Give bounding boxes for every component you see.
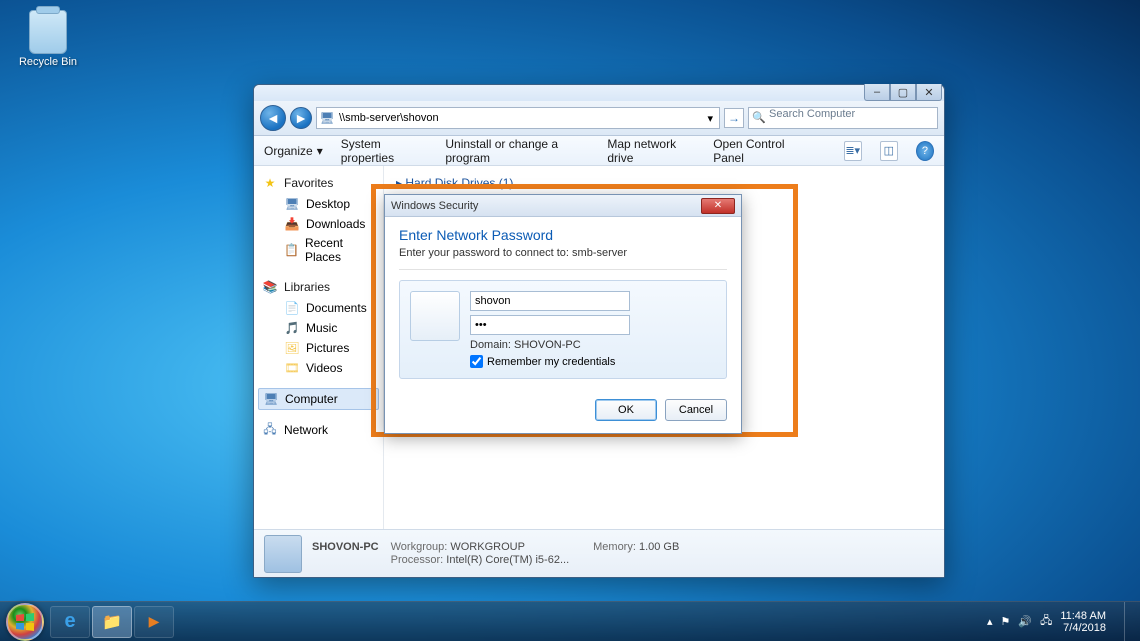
dialog-title: Windows Security [391, 200, 478, 212]
username-input[interactable] [470, 291, 630, 311]
details-processor: Intel(R) Core(TM) i5-62... [446, 554, 569, 566]
open-control-panel-button[interactable]: Open Control Panel [713, 137, 807, 165]
remember-checkbox-input[interactable] [470, 355, 483, 368]
domain-label: Domain: SHOVON-PC [470, 339, 716, 351]
computer-icon: 🖥 [263, 391, 279, 407]
downloads-icon: 📥 [284, 216, 300, 232]
address-text: \\smb-server\shovon [335, 112, 443, 124]
preview-pane-button[interactable]: ◫ [880, 141, 898, 161]
sidebar-item-desktop[interactable]: 🖥Desktop [280, 194, 379, 214]
user-avatar-icon [410, 291, 460, 341]
view-options-button[interactable]: ≣▾ [844, 141, 862, 161]
organize-menu[interactable]: Organize ▾ [264, 144, 323, 158]
search-input[interactable]: Search Computer [748, 107, 938, 129]
sidebar-item-videos[interactable]: 🎞Videos [280, 358, 379, 378]
documents-icon: 📄 [284, 300, 300, 316]
pictures-icon: 🖼 [284, 340, 300, 356]
window-titlebar[interactable]: – ▢ ✕ [254, 85, 944, 101]
close-button[interactable]: ✕ [916, 84, 942, 101]
dialog-close-button[interactable]: ✕ [701, 198, 735, 214]
sidebar-item-computer[interactable]: 🖥Computer [258, 388, 379, 410]
sidebar-item-network[interactable]: 🖧Network [258, 420, 379, 440]
action-center-icon[interactable]: ⚑ [1000, 615, 1010, 628]
password-input[interactable] [470, 315, 630, 335]
details-pane: SHOVON-PC Workgroup: WORKGROUP Memory: 1… [254, 529, 944, 577]
computer-icon: 🖥 [319, 110, 335, 126]
network-tray-icon[interactable]: 🖧 [1040, 612, 1052, 631]
volume-icon[interactable]: 🔊 [1018, 615, 1032, 628]
recycle-bin-icon [29, 10, 67, 54]
address-bar[interactable]: 🖥 \\smb-server\shovon ▾ [316, 107, 720, 129]
computer-large-icon [264, 535, 302, 573]
dialog-subtext: Enter your password to connect to: smb-s… [399, 247, 727, 259]
taskbar-pin-explorer[interactable]: 📁 [92, 606, 132, 638]
remember-credentials-checkbox[interactable]: Remember my credentials [470, 355, 716, 368]
windows-logo-icon [13, 610, 37, 634]
chevron-down-icon: ▾ [317, 144, 323, 158]
explorer-icon: 📁 [102, 612, 122, 632]
sidebar-item-pictures[interactable]: 🖼Pictures [280, 338, 379, 358]
system-tray: ▴ ⚑ 🔊 🖧 11:48 AM 7/4/2018 [987, 602, 1134, 641]
sidebar-item-music[interactable]: 🎵Music [280, 318, 379, 338]
credentials-panel: Domain: SHOVON-PC Remember my credential… [399, 280, 727, 379]
taskbar-pin-media-player[interactable]: ▶ [134, 606, 174, 638]
back-button[interactable]: ◄ [260, 105, 286, 131]
taskbar: e 📁 ▶ ▴ ⚑ 🔊 🖧 11:48 AM 7/4/2018 [0, 601, 1140, 641]
map-network-drive-button[interactable]: Map network drive [607, 137, 695, 165]
uninstall-program-button[interactable]: Uninstall or change a program [445, 137, 589, 165]
network-icon: 🖧 [262, 422, 278, 438]
star-icon: ★ [262, 175, 278, 191]
recycle-bin-label: Recycle Bin [18, 56, 78, 68]
media-player-icon: ▶ [149, 613, 160, 630]
help-button[interactable]: ? [916, 141, 934, 161]
address-dropdown[interactable]: ▾ [703, 112, 717, 125]
windows-security-dialog: Windows Security ✕ Enter Network Passwor… [384, 194, 742, 434]
system-properties-button[interactable]: System properties [341, 137, 428, 165]
videos-icon: 🎞 [284, 360, 300, 376]
dialog-titlebar[interactable]: Windows Security ✕ [385, 195, 741, 217]
divider [399, 269, 727, 270]
sidebar-item-downloads[interactable]: 📥Downloads [280, 214, 379, 234]
recent-icon: 📋 [284, 242, 299, 258]
command-bar: Organize ▾ System properties Uninstall o… [254, 136, 944, 166]
sidebar-favorites[interactable]: ★Favorites [258, 172, 379, 194]
music-icon: 🎵 [284, 320, 300, 336]
desktop-icon-recycle-bin[interactable]: Recycle Bin [18, 10, 78, 68]
navigation-pane: ★Favorites 🖥Desktop 📥Downloads 📋Recent P… [254, 166, 384, 529]
dialog-heading: Enter Network Password [399, 227, 727, 243]
details-workgroup: WORKGROUP [450, 541, 525, 553]
details-memory: 1.00 GB [639, 541, 679, 553]
details-computer-name: SHOVON-PC [312, 541, 379, 553]
maximize-button[interactable]: ▢ [890, 84, 916, 101]
forward-button[interactable]: ► [290, 107, 312, 129]
cancel-button[interactable]: Cancel [665, 399, 727, 421]
sidebar-item-documents[interactable]: 📄Documents [280, 298, 379, 318]
taskbar-pin-ie[interactable]: e [50, 606, 90, 638]
navigation-bar: ◄ ► 🖥 \\smb-server\shovon ▾ → Search Com… [254, 101, 944, 136]
tray-clock[interactable]: 11:48 AM 7/4/2018 [1060, 610, 1110, 634]
refresh-button[interactable]: → [724, 108, 744, 128]
desktop-icon: 🖥 [284, 196, 300, 212]
tray-overflow-button[interactable]: ▴ [987, 615, 993, 628]
section-hard-disk-drives[interactable]: ▸ Hard Disk Drives (1) [396, 172, 932, 194]
sidebar-item-recent-places[interactable]: 📋Recent Places [280, 234, 379, 266]
start-button[interactable] [6, 603, 44, 641]
sidebar-libraries[interactable]: 📚Libraries [258, 276, 379, 298]
minimize-button[interactable]: – [864, 84, 890, 101]
libraries-icon: 📚 [262, 279, 278, 295]
ie-icon: e [64, 610, 75, 633]
ok-button[interactable]: OK [595, 399, 657, 421]
show-desktop-button[interactable] [1124, 602, 1134, 641]
